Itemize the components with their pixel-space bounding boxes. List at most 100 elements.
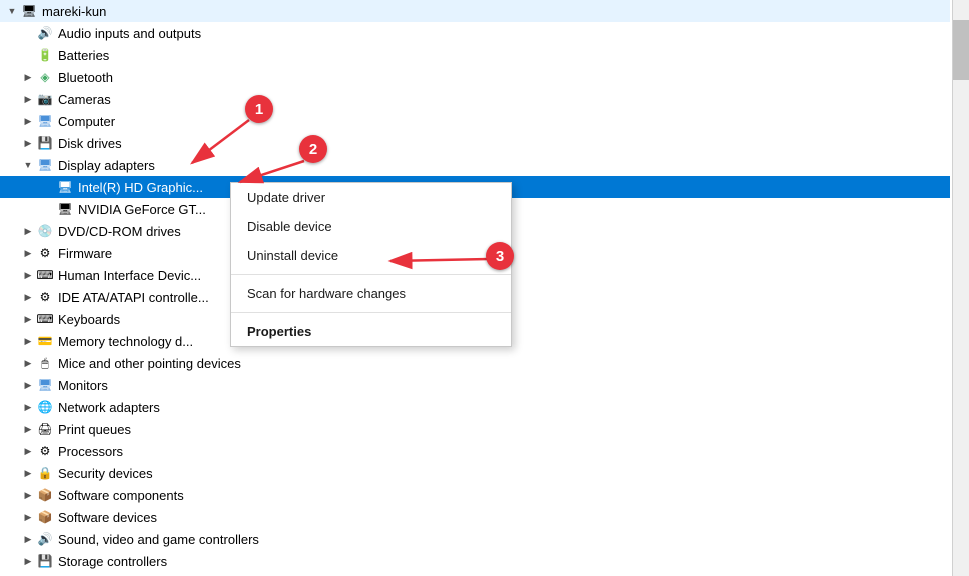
computer-icon: 🖥 (36, 113, 54, 129)
ide-icon: ⚙ (36, 289, 54, 305)
context-menu-update-driver[interactable]: Update driver (231, 183, 511, 212)
tree-item-bluetooth[interactable]: ◈ Bluetooth (0, 66, 950, 88)
memory-label: Memory technology d... (58, 334, 193, 349)
firmware-expand[interactable] (20, 245, 36, 261)
mice-expand[interactable] (20, 355, 36, 371)
softwaredevices-expand[interactable] (20, 509, 36, 525)
tree-item-cameras[interactable]: 📷 Cameras (0, 88, 950, 110)
audio-label: Audio inputs and outputs (58, 26, 201, 41)
softwarecomponents-expand[interactable] (20, 487, 36, 503)
context-menu-scan-hardware[interactable]: Scan for hardware changes (231, 279, 511, 308)
tree-item-softwarecomponents[interactable]: 📦 Software components (0, 484, 950, 506)
tree-item-computer[interactable]: 🖥 Computer (0, 110, 950, 132)
batteries-icon: 🔋 (36, 47, 54, 63)
print-label: Print queues (58, 422, 131, 437)
security-icon: 🔒 (36, 465, 54, 481)
monitors-expand[interactable] (20, 377, 36, 393)
memory-icon: 💳 (36, 333, 54, 349)
context-menu-uninstall-device[interactable]: Uninstall device (231, 241, 511, 270)
context-menu-properties[interactable]: Properties (231, 317, 511, 346)
dvd-expand[interactable] (20, 223, 36, 239)
nvidia-icon: 🖥 (56, 201, 74, 217)
processors-expand[interactable] (20, 443, 36, 459)
keyboards-label: Keyboards (58, 312, 120, 327)
annotation-2: 2 (299, 135, 327, 163)
context-menu-disable-device[interactable]: Disable device (231, 212, 511, 241)
nvidia-label: NVIDIA GeForce GT... (78, 202, 206, 217)
tree-item-security[interactable]: 🔒 Security devices (0, 462, 950, 484)
root-label: mareki-kun (42, 4, 106, 19)
storage-icon: 💾 (36, 553, 54, 569)
displayadapters-icon: 🖥 (36, 157, 54, 173)
tree-item-diskdrives[interactable]: 💾 Disk drives (0, 132, 950, 154)
tree-root[interactable]: 🖥 mareki-kun (0, 0, 950, 22)
bluetooth-icon: ◈ (36, 69, 54, 85)
security-label: Security devices (58, 466, 153, 481)
annotation-3: 3 (486, 242, 514, 270)
scrollbar-thumb[interactable] (953, 20, 969, 80)
security-expand[interactable] (20, 465, 36, 481)
tree-item-displayadapters[interactable]: 🖥 Display adapters (0, 154, 950, 176)
keyboards-icon: ⌨ (36, 311, 54, 327)
hid-label: Human Interface Devic... (58, 268, 201, 283)
storage-expand[interactable] (20, 553, 36, 569)
cameras-expand[interactable] (20, 91, 36, 107)
tree-item-print[interactable]: 🖨 Print queues (0, 418, 950, 440)
annotation-1: 1 (245, 95, 273, 123)
diskdrives-label: Disk drives (58, 136, 122, 151)
tree-item-network[interactable]: 🌐 Network adapters (0, 396, 950, 418)
root-icon: 🖥 (20, 3, 38, 19)
intel-label: Intel(R) HD Graphic... (78, 180, 203, 195)
cameras-label: Cameras (58, 92, 111, 107)
sound-expand[interactable] (20, 531, 36, 547)
audio-icon: 🔊 (36, 25, 54, 41)
batteries-label: Batteries (58, 48, 109, 63)
bluetooth-expand[interactable] (20, 69, 36, 85)
softwaredevices-icon: 📦 (36, 509, 54, 525)
network-expand[interactable] (20, 399, 36, 415)
tree-item-storage[interactable]: 💾 Storage controllers (0, 550, 950, 572)
firmware-label: Firmware (58, 246, 112, 261)
tree-item-sound[interactable]: 🔊 Sound, video and game controllers (0, 528, 950, 550)
scrollbar[interactable] (952, 0, 969, 576)
intel-icon: 🖥 (56, 179, 74, 195)
sound-icon: 🔊 (36, 531, 54, 547)
tree-panel: 🖥 mareki-kun 🔊 Audio inputs and outputs … (0, 0, 950, 576)
tree-item-processors[interactable]: ⚙ Processors (0, 440, 950, 462)
context-menu: Update driver Disable device Uninstall d… (230, 182, 512, 347)
processors-label: Processors (58, 444, 123, 459)
displayadapters-label: Display adapters (58, 158, 155, 173)
device-manager-window: 🖥 mareki-kun 🔊 Audio inputs and outputs … (0, 0, 969, 576)
sound-label: Sound, video and game controllers (58, 532, 259, 547)
ide-expand[interactable] (20, 289, 36, 305)
print-expand[interactable] (20, 421, 36, 437)
computer-label: Computer (58, 114, 115, 129)
firmware-icon: ⚙ (36, 245, 54, 261)
diskdrives-expand[interactable] (20, 135, 36, 151)
tree-item-monitors[interactable]: 🖥 Monitors (0, 374, 950, 396)
displayadapters-expand[interactable] (20, 157, 36, 173)
softwarecomponents-icon: 📦 (36, 487, 54, 503)
diskdrives-icon: 💾 (36, 135, 54, 151)
cameras-icon: 📷 (36, 91, 54, 107)
network-icon: 🌐 (36, 399, 54, 415)
softwarecomponents-label: Software components (58, 488, 184, 503)
hid-expand[interactable] (20, 267, 36, 283)
dvd-icon: 💿 (36, 223, 54, 239)
memory-expand[interactable] (20, 333, 36, 349)
mice-icon: 🖱 (36, 355, 54, 371)
bluetooth-label: Bluetooth (58, 70, 113, 85)
dvd-label: DVD/CD-ROM drives (58, 224, 181, 239)
print-icon: 🖨 (36, 421, 54, 437)
tree-item-audio[interactable]: 🔊 Audio inputs and outputs (0, 22, 950, 44)
monitors-label: Monitors (58, 378, 108, 393)
tree-item-mice[interactable]: 🖱 Mice and other pointing devices (0, 352, 950, 374)
computer-expand[interactable] (20, 113, 36, 129)
mice-label: Mice and other pointing devices (58, 356, 241, 371)
root-expand-arrow[interactable] (4, 3, 20, 19)
keyboards-expand[interactable] (20, 311, 36, 327)
tree-item-softwaredevices[interactable]: 📦 Software devices (0, 506, 950, 528)
monitors-icon: 🖥 (36, 377, 54, 393)
softwaredevices-label: Software devices (58, 510, 157, 525)
tree-item-batteries[interactable]: 🔋 Batteries (0, 44, 950, 66)
